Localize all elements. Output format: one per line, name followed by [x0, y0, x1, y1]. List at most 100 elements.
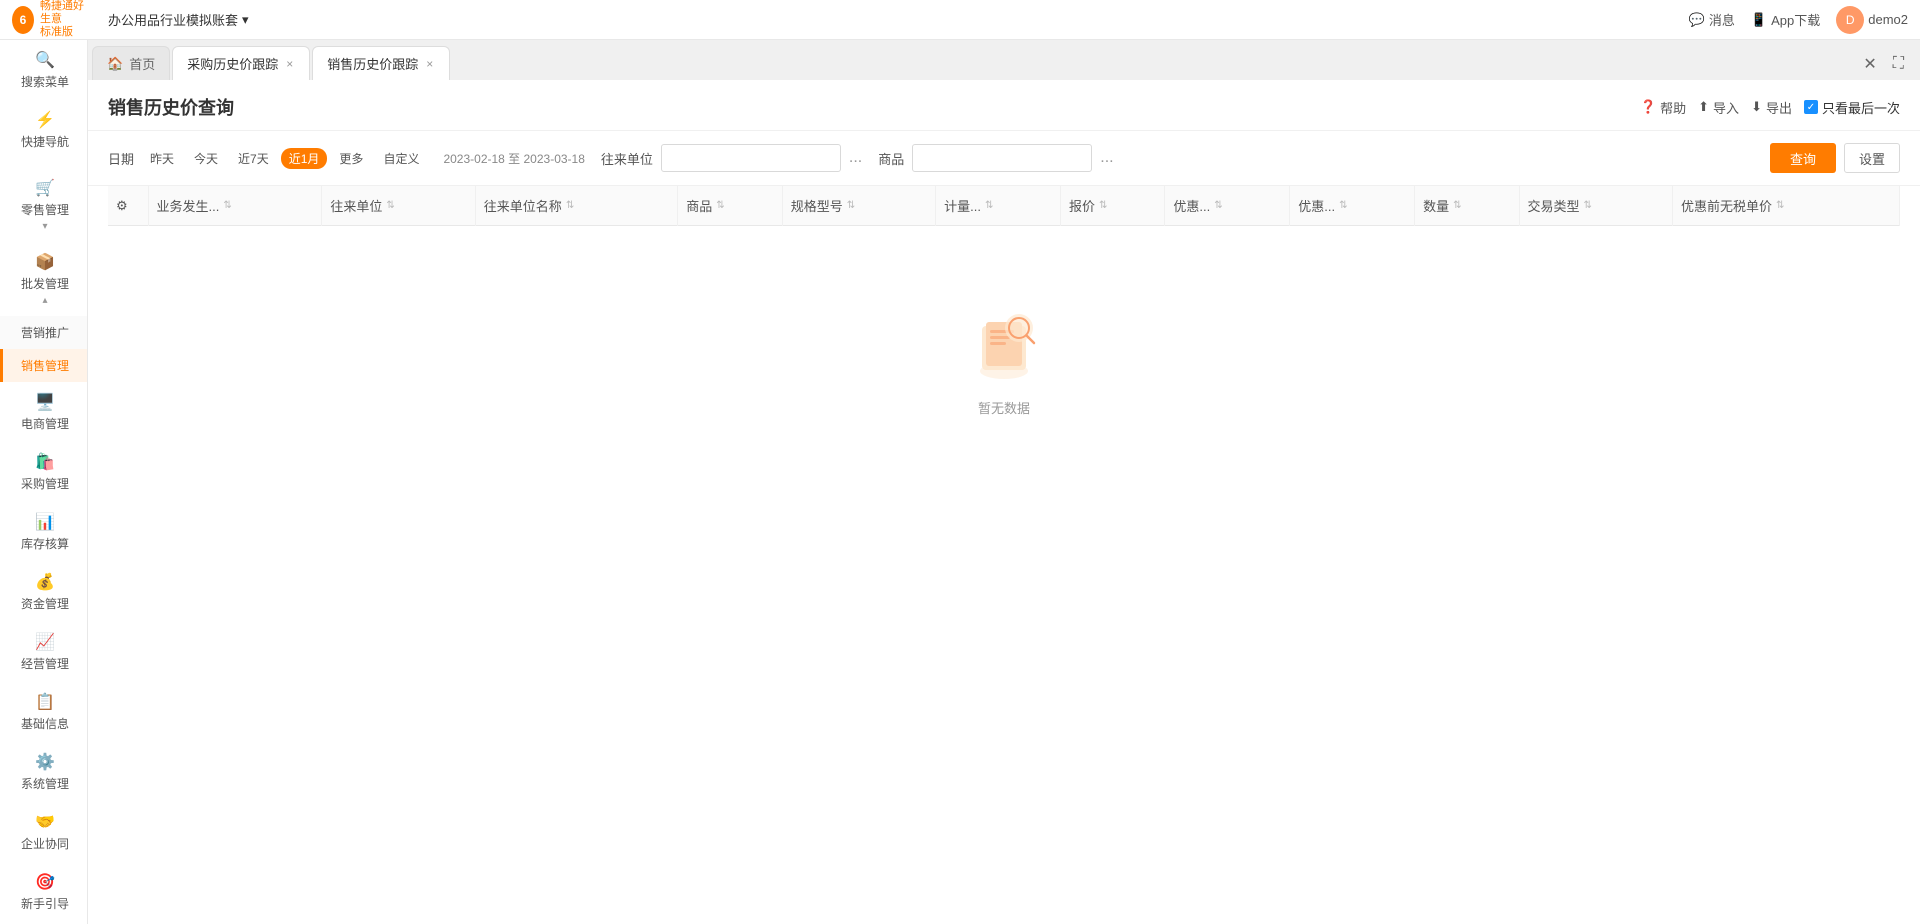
- th-pre-tax-price[interactable]: 优惠前无税单价 ⇅: [1672, 186, 1899, 226]
- table-header: ⚙ 业务发生... ⇅ 往来单位 ⇅: [108, 186, 1900, 226]
- help-btn[interactable]: ❓ 帮助: [1640, 98, 1686, 117]
- settings-button[interactable]: 设置: [1844, 143, 1900, 173]
- th-unit[interactable]: 计量... ⇅: [936, 186, 1061, 226]
- partner-input[interactable]: [661, 144, 841, 172]
- tab-sales-history[interactable]: 销售历史价跟踪 ×: [312, 46, 450, 80]
- sidebar-item-ecom[interactable]: 🖥️ 电商管理: [0, 382, 87, 442]
- th-spec[interactable]: 规格型号 ⇅: [782, 186, 935, 226]
- sort-icon: ⇅: [847, 200, 855, 211]
- phone-icon: 📱: [1751, 12, 1767, 28]
- table-header-row: ⚙ 业务发生... ⇅ 往来单位 ⇅: [108, 186, 1900, 226]
- sidebar-item-enterprise-coop[interactable]: 🤝 企业协同: [0, 802, 87, 862]
- data-table: ⚙ 业务发生... ⇅ 往来单位 ⇅: [108, 186, 1900, 226]
- sort-icon: ⇅: [716, 200, 724, 211]
- sort-icon: ⇅: [1339, 200, 1347, 211]
- page-header-actions: ❓ 帮助 ⬆ 导入 ⬇ 导出 ✓ 只看最后一次: [1640, 98, 1900, 117]
- date-option-today[interactable]: 今天: [186, 148, 226, 169]
- message-action[interactable]: 💬 消息: [1689, 10, 1735, 29]
- page-content: 销售历史价查询 ❓ 帮助 ⬆ 导入 ⬇ 导出 ✓: [88, 80, 1920, 924]
- sort-icon: ⇅: [985, 200, 993, 211]
- goods-input[interactable]: [912, 144, 1092, 172]
- top-bar-right: 💬 消息 📱 App下载 D demo2: [1689, 6, 1908, 34]
- th-goods[interactable]: 商品 ⇅: [678, 186, 782, 226]
- date-option-1month[interactable]: 近1月: [281, 148, 328, 169]
- sidebar-item-new-guide[interactable]: 🎯 新手引导: [0, 862, 87, 922]
- sidebar-item-finance[interactable]: 💰 资金管理: [0, 562, 87, 622]
- chevron-down-icon: ▾: [242, 12, 249, 28]
- trend-icon: 📈: [35, 632, 55, 652]
- import-btn[interactable]: ⬆ 导入: [1698, 98, 1739, 117]
- date-filter-group: 日期 昨天 今天 近7天 近1月 更多 自定义: [108, 148, 427, 169]
- chevron-up-icon: ▴: [42, 295, 47, 306]
- query-button[interactable]: 查询: [1770, 143, 1836, 173]
- close-tab-btn[interactable]: ✕: [1859, 52, 1880, 76]
- sidebar-item-wholesale[interactable]: 📦 批发管理 ▴: [0, 242, 87, 316]
- th-discount1[interactable]: 优惠... ⇅: [1165, 186, 1290, 226]
- partner-dots-btn[interactable]: ...: [849, 149, 862, 167]
- sidebar-item-search-menu[interactable]: 🔍 搜索菜单: [0, 40, 87, 100]
- sidebar-item-quick-nav[interactable]: ⚡ 快捷导航: [0, 100, 87, 160]
- sidebar-item-label: 新手引导: [21, 895, 69, 912]
- sidebar-item-label: 批发管理: [21, 275, 69, 292]
- sidebar-item-label: 基础信息: [21, 715, 69, 732]
- message-icon: 💬: [1689, 12, 1705, 28]
- box-icon: 📦: [35, 252, 55, 272]
- date-option-7days[interactable]: 近7天: [230, 148, 277, 169]
- app-selector[interactable]: 办公用品行业模拟账套 ▾: [100, 6, 257, 33]
- user-area[interactable]: D demo2: [1836, 6, 1908, 34]
- goods-filter-group: 商品 ...: [878, 144, 1113, 172]
- money-icon: 💰: [35, 572, 55, 592]
- sidebar-item-purchase[interactable]: 🛍️ 采购管理: [0, 442, 87, 502]
- monitor-icon: 🖥️: [35, 392, 55, 412]
- date-option-yesterday[interactable]: 昨天: [142, 148, 182, 169]
- chevron-down-icon: ▾: [42, 221, 47, 232]
- filter-area: 日期 昨天 今天 近7天 近1月 更多 自定义 2023-02-18 至 202…: [88, 131, 1920, 186]
- th-discount2[interactable]: 优惠... ⇅: [1290, 186, 1415, 226]
- goods-label: 商品: [878, 149, 904, 168]
- sidebar-item-label: 资金管理: [21, 595, 69, 612]
- sidebar-item-marketing[interactable]: 营销推广: [0, 316, 87, 349]
- table-area: ⚙ 业务发生... ⇅ 往来单位 ⇅: [88, 186, 1920, 497]
- sidebar-item-system[interactable]: ⚙️ 系统管理: [0, 742, 87, 802]
- sidebar-item-basic[interactable]: 📋 基础信息: [0, 682, 87, 742]
- tab-close-sales[interactable]: ×: [424, 55, 435, 73]
- export-btn[interactable]: ⬇ 导出: [1751, 98, 1792, 117]
- th-partner-name[interactable]: 往来单位名称 ⇅: [475, 186, 677, 226]
- sidebar-item-ops[interactable]: 📈 经营管理: [0, 622, 87, 682]
- tab-bar-right: ✕ ⛶: [1851, 52, 1916, 80]
- date-range-display: 2023-02-18 至 2023-03-18: [443, 150, 584, 167]
- date-option-more[interactable]: 更多: [331, 148, 371, 169]
- filter-actions: 查询 设置: [1770, 143, 1900, 173]
- th-trade-type[interactable]: 交易类型 ⇅: [1519, 186, 1672, 226]
- sidebar-item-retail[interactable]: 🛒 零售管理 ▾: [0, 168, 87, 242]
- sidebar-item-label: 企业协同: [21, 835, 69, 852]
- date-option-custom[interactable]: 自定义: [375, 148, 427, 169]
- tab-close-purchase[interactable]: ×: [284, 55, 295, 73]
- cart-icon: 🛒: [35, 178, 55, 198]
- th-biz-date[interactable]: 业务发生... ⇅: [148, 186, 322, 226]
- date-range-text: 2023-02-18 至 2023-03-18: [443, 150, 584, 167]
- only-last-checkbox[interactable]: ✓ 只看最后一次: [1804, 98, 1900, 117]
- app-download-action[interactable]: 📱 App下载: [1751, 10, 1820, 29]
- th-settings[interactable]: ⚙: [108, 186, 148, 226]
- sidebar-item-label: 零售管理: [21, 201, 69, 218]
- sidebar-item-sales-mgmt[interactable]: 销售管理: [0, 349, 87, 382]
- empty-text: 暂无数据: [978, 398, 1030, 417]
- top-bar: 6 畅捷通好生意 标准版 办公用品行业模拟账套 ▾ 💬 消息 📱 App下载 D…: [0, 0, 1920, 40]
- sidebar-item-label: 采购管理: [21, 475, 69, 492]
- th-quantity[interactable]: 数量 ⇅: [1415, 186, 1519, 226]
- chart-icon: 📊: [35, 512, 55, 532]
- goods-dots-btn[interactable]: ...: [1100, 149, 1113, 167]
- sidebar-item-label: 营销推广: [21, 326, 69, 340]
- target-icon: 🎯: [35, 872, 55, 892]
- sidebar-item-inventory[interactable]: 📊 库存核算: [0, 502, 87, 562]
- main-layout: 🔍 搜索菜单 ⚡ 快捷导航 🛒 零售管理 ▾ 📦 批发管理 ▴ 营销推广 销售管: [0, 40, 1920, 924]
- tab-bar: 🏠 首页 采购历史价跟踪 × 销售历史价跟踪 × ✕ ⛶: [88, 40, 1920, 80]
- import-icon: ⬆: [1698, 99, 1709, 115]
- tab-home[interactable]: 🏠 首页: [92, 46, 170, 80]
- tab-purchase-history[interactable]: 采购历史价跟踪 ×: [172, 46, 310, 80]
- avatar: D: [1836, 6, 1864, 34]
- th-quoted-price[interactable]: 报价 ⇅: [1060, 186, 1164, 226]
- maximize-btn[interactable]: ⛶: [1889, 53, 1908, 75]
- th-partner-code[interactable]: 往来单位 ⇅: [322, 186, 475, 226]
